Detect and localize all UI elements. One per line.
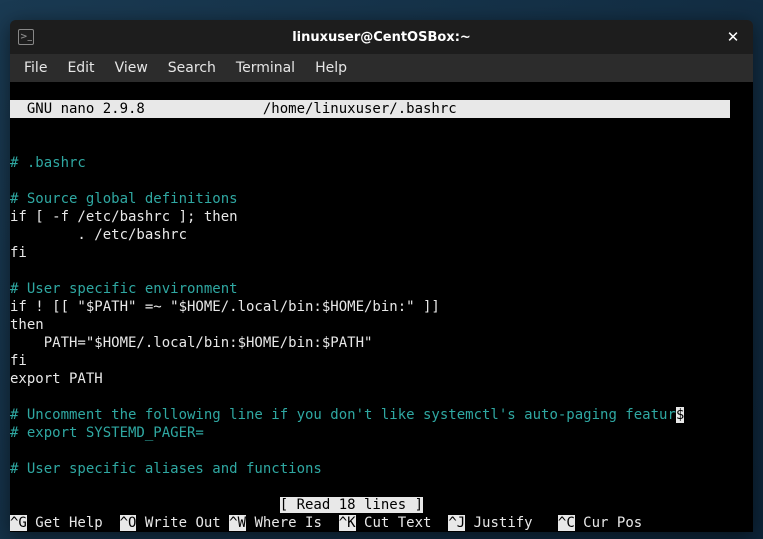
close-icon[interactable]: ✕ <box>721 25 745 49</box>
shortcut-label: Cut Text <box>356 515 449 531</box>
editor-line: # export SYSTEMD_PAGER= <box>10 425 204 441</box>
shortcut-key-write-out[interactable]: ^O <box>120 515 137 531</box>
nano-header: GNU nano 2.9.8 /home/linuxuser/.bashrc <box>10 100 730 118</box>
menu-terminal[interactable]: Terminal <box>226 56 305 80</box>
shortcut-key-where-is[interactable]: ^W <box>229 515 246 531</box>
terminal-app-icon: >_ <box>18 29 34 45</box>
nano-status-row: [ Read 18 lines ] <box>10 497 423 513</box>
terminal-content: GNU nano 2.9.8 /home/linuxuser/.bashrc #… <box>10 82 730 532</box>
editor-line: PATH="$HOME/.local/bin:$HOME/bin:$PATH" <box>10 335 372 351</box>
editor-line: # User specific environment <box>10 281 238 297</box>
shortcut-label: Cur Pos <box>575 515 642 531</box>
menubar: File Edit View Search Terminal Help <box>10 54 753 82</box>
shortcut-key-justify[interactable]: ^J <box>448 515 465 531</box>
nano-status: [ Read 18 lines ] <box>280 497 423 513</box>
menu-search[interactable]: Search <box>158 56 226 80</box>
editor-line: # Uncomment the following line if you do… <box>10 407 676 423</box>
menu-help[interactable]: Help <box>305 56 357 80</box>
line-truncation-marker: $ <box>676 407 684 423</box>
menu-file[interactable]: File <box>14 56 57 80</box>
editor-line: fi <box>10 353 27 369</box>
editor-line: if [ -f /etc/bashrc ]; then <box>10 209 238 225</box>
shortcut-key-cut-text[interactable]: ^K <box>339 515 356 531</box>
editor-line: export PATH <box>10 371 103 387</box>
editor-line: # .bashrc <box>10 155 86 171</box>
nano-shortcut-row-1: ^G Get Help ^O Write Out ^W Where Is ^K … <box>10 515 642 531</box>
window-title: linuxuser@CentOSBox:~ <box>10 30 753 45</box>
titlebar[interactable]: >_ linuxuser@CentOSBox:~ ✕ <box>10 20 753 54</box>
editor-line: then <box>10 317 44 333</box>
shortcut-key-cur-pos[interactable]: ^C <box>558 515 575 531</box>
shortcut-label: Write Out <box>136 515 229 531</box>
editor-line: . /etc/bashrc <box>10 227 187 243</box>
terminal-window: >_ linuxuser@CentOSBox:~ ✕ File Edit Vie… <box>10 20 753 532</box>
editor-line: fi <box>10 245 27 261</box>
editor-line: if ! [[ "$PATH" =~ "$HOME/.local/bin:$HO… <box>10 299 440 315</box>
shortcut-label: Get Help <box>27 515 120 531</box>
editor-line: # User specific aliases and functions <box>10 461 322 477</box>
terminal-viewport[interactable]: GNU nano 2.9.8 /home/linuxuser/.bashrc #… <box>10 82 753 532</box>
editor-line: # Source global definitions <box>10 191 238 207</box>
shortcut-label: Where Is <box>246 515 339 531</box>
menu-edit[interactable]: Edit <box>57 56 104 80</box>
blank-line <box>10 479 18 495</box>
shortcut-label: Justify <box>465 515 558 531</box>
shortcut-key-get-help[interactable]: ^G <box>10 515 27 531</box>
menu-view[interactable]: View <box>105 56 158 80</box>
